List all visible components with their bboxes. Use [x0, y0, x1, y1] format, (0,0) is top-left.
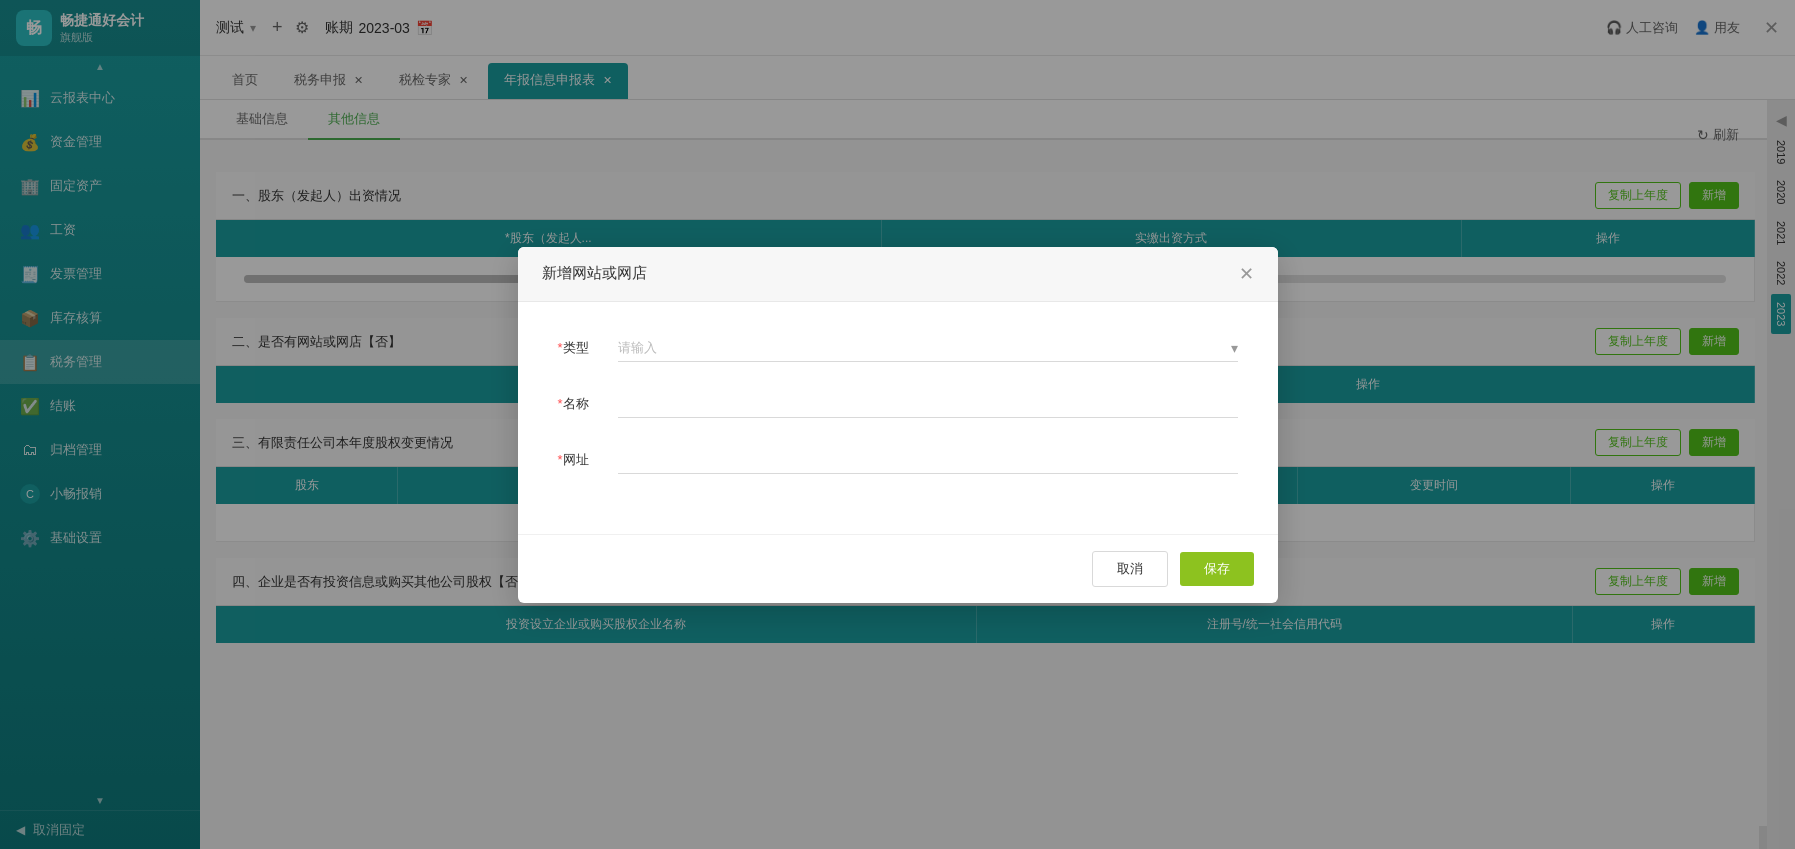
- form-row-url: *网址: [558, 446, 1238, 474]
- name-label: *名称: [558, 395, 618, 413]
- modal-footer: 取消 保存: [518, 534, 1278, 603]
- type-input-wrap: ▾: [618, 334, 1238, 362]
- modal-title: 新增网站或网店: [542, 264, 647, 283]
- modal-overlay: 新增网站或网店 ✕ *类型 ▾ *名称: [0, 0, 1795, 849]
- type-label: *类型: [558, 339, 618, 357]
- url-label: *网址: [558, 451, 618, 469]
- modal-close-button[interactable]: ✕: [1239, 263, 1254, 285]
- form-row-type: *类型 ▾: [558, 334, 1238, 362]
- form-row-name: *名称: [558, 390, 1238, 418]
- add-website-modal: 新增网站或网店 ✕ *类型 ▾ *名称: [518, 247, 1278, 603]
- name-input-wrap: [618, 390, 1238, 418]
- cancel-button[interactable]: 取消: [1092, 551, 1168, 587]
- url-input[interactable]: [618, 446, 1238, 474]
- url-input-wrap: [618, 446, 1238, 474]
- name-input[interactable]: [618, 390, 1238, 418]
- modal-header: 新增网站或网店 ✕: [518, 247, 1278, 302]
- modal-body: *类型 ▾ *名称 *网址: [518, 302, 1278, 534]
- save-button[interactable]: 保存: [1180, 552, 1254, 586]
- type-input[interactable]: [618, 334, 1238, 362]
